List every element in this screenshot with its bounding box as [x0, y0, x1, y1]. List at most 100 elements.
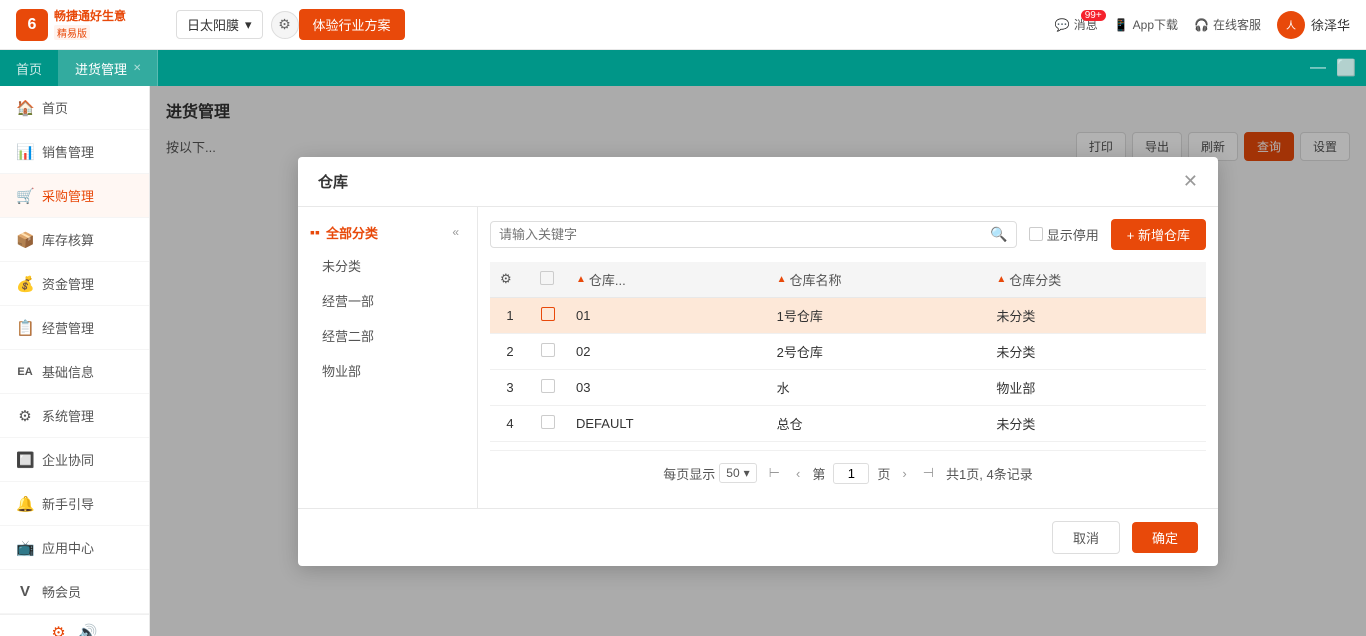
- first-page-button[interactable]: ⊢: [765, 463, 784, 483]
- sidebar-item-inventory-label: 库存核算: [42, 230, 94, 249]
- sidebar-item-home[interactable]: 🏠 首页: [0, 86, 149, 130]
- sidebar-item-guide-label: 新手引导: [42, 494, 94, 513]
- category-panel: ▪▪ 全部分类 « 未分类 经营一部 经营二部 物业部: [298, 207, 478, 508]
- category-item-uncategorized[interactable]: 未分类: [298, 248, 477, 283]
- sidebar-item-purchase[interactable]: 🛒 采购管理: [0, 174, 149, 218]
- sort-icon[interactable]: ▲: [576, 274, 586, 285]
- row-checkbox-2[interactable]: [530, 333, 566, 369]
- app-logo-icon: 6: [16, 9, 48, 41]
- collapse-panel-button[interactable]: «: [446, 223, 465, 241]
- prev-page-button[interactable]: ‹: [792, 464, 804, 483]
- per-page-label: 每页显示: [663, 464, 715, 483]
- header-actions: 💬 消息 99+ 📱 App下载 🎧 在线客服 人 徐泽华: [1055, 11, 1350, 39]
- minimize-icon: —: [1310, 59, 1326, 77]
- confirm-button[interactable]: 确定: [1132, 522, 1198, 553]
- search-input[interactable]: [499, 227, 990, 242]
- store-selector-label: 日太阳膜: [187, 15, 239, 34]
- message-icon: 💬: [1055, 18, 1070, 32]
- table-row[interactable]: 1 01 1号仓库 未分类: [490, 297, 1206, 333]
- phone-icon: 📱: [1114, 18, 1129, 32]
- bottom-settings-icon[interactable]: ⚙: [51, 623, 65, 636]
- avatar: 人: [1277, 11, 1305, 39]
- store-selector[interactable]: 日太阳膜 ▾: [176, 10, 263, 39]
- app-download-button[interactable]: 📱 App下载: [1114, 16, 1178, 33]
- tab-home-label: 首页: [16, 59, 42, 78]
- sidebar-item-inventory[interactable]: 📦 库存核算: [0, 218, 149, 262]
- row-category-2: 未分类: [986, 333, 1206, 369]
- sidebar-item-basics[interactable]: EA 基础信息: [0, 350, 149, 394]
- sidebar-item-finance[interactable]: 💰 资金管理: [0, 262, 149, 306]
- headset-icon: 🎧: [1194, 18, 1209, 32]
- add-warehouse-button[interactable]: + 新增仓库: [1111, 219, 1206, 250]
- sidebar-item-operations-label: 经营管理: [42, 318, 94, 337]
- tab-purchase[interactable]: 进货管理 ✕: [59, 50, 158, 86]
- sort-name-icon[interactable]: ▲: [777, 274, 787, 285]
- tab-purchase-close-icon[interactable]: ✕: [133, 63, 141, 74]
- row-checkbox-3[interactable]: [530, 369, 566, 405]
- row-name-2: 2号仓库: [767, 333, 987, 369]
- sidebar-item-vip[interactable]: V 畅会员: [0, 570, 149, 614]
- modal-close-button[interactable]: ✕: [1183, 171, 1198, 192]
- row-checkbox-1[interactable]: [530, 297, 566, 333]
- operations-icon: 📋: [16, 319, 34, 337]
- cancel-button[interactable]: 取消: [1052, 521, 1120, 554]
- trial-button[interactable]: 体验行业方案: [299, 9, 405, 40]
- page-number-input[interactable]: [833, 463, 869, 484]
- page-suffix: 页: [877, 464, 890, 483]
- appstore-icon: 📺: [16, 539, 34, 557]
- minimize-button[interactable]: —: [1306, 56, 1330, 80]
- th-warehouse-code: ▲ 仓库...: [566, 262, 767, 298]
- sidebar: 🏠 首页 📊 销售管理 🛒 采购管理 📦 库存核算 💰 资金管理 📋 经营管理 …: [0, 86, 150, 636]
- messages-button[interactable]: 💬 消息 99+: [1055, 16, 1098, 33]
- show-disabled-checkbox[interactable]: [1029, 227, 1043, 241]
- per-page-selector: 每页显示 50 ▾: [663, 463, 756, 483]
- row-num-4: 4: [490, 405, 530, 441]
- row-checkbox-4[interactable]: [530, 405, 566, 441]
- th-gear: ⚙: [490, 262, 530, 298]
- row-code-3: 03: [566, 369, 767, 405]
- category-item-ops1[interactable]: 经营一部: [298, 283, 477, 318]
- per-page-select[interactable]: 50 ▾: [719, 463, 756, 483]
- table-row[interactable]: 2 02 2号仓库 未分类: [490, 333, 1206, 369]
- last-page-button[interactable]: ⊣: [919, 463, 938, 483]
- sidebar-item-appstore-label: 应用中心: [42, 538, 94, 557]
- collab-icon: 🔲: [16, 451, 34, 469]
- sidebar-item-collab[interactable]: 🔲 企业协同: [0, 438, 149, 482]
- row-name-3: 水: [767, 369, 987, 405]
- system-icon: ⚙: [16, 407, 34, 425]
- table-row[interactable]: 3 03 水 物业部: [490, 369, 1206, 405]
- maximize-icon: ⬜: [1336, 58, 1356, 78]
- sidebar-item-home-label: 首页: [42, 98, 68, 117]
- category-item-property[interactable]: 物业部: [298, 353, 477, 388]
- sidebar-item-purchase-label: 采购管理: [42, 186, 94, 205]
- sort-cat-icon[interactable]: ▲: [996, 274, 1006, 285]
- category-item-ops2[interactable]: 经营二部: [298, 318, 477, 353]
- row-category-1: 未分类: [986, 297, 1206, 333]
- user-avatar-area[interactable]: 人 徐泽华: [1277, 11, 1350, 39]
- search-icon[interactable]: 🔍: [990, 226, 1007, 243]
- sidebar-item-system[interactable]: ⚙ 系统管理: [0, 394, 149, 438]
- show-disabled-toggle[interactable]: 显示停用: [1029, 225, 1099, 244]
- all-categories-item[interactable]: ▪▪ 全部分类: [310, 223, 378, 242]
- table-header-row: ⚙ ▲ 仓库...: [490, 262, 1206, 298]
- table-row[interactable]: 4 DEFAULT 总仓 未分类: [490, 405, 1206, 441]
- modal-title: 仓库: [318, 171, 348, 192]
- sidebar-item-appstore[interactable]: 📺 应用中心: [0, 526, 149, 570]
- online-service-button[interactable]: 🎧 在线客服: [1194, 16, 1261, 33]
- select-all-checkbox[interactable]: [540, 271, 554, 285]
- category-header: ▪▪ 全部分类 «: [298, 217, 477, 248]
- gear-th-icon: ⚙: [500, 271, 512, 286]
- maximize-button[interactable]: ⬜: [1334, 56, 1358, 80]
- sidebar-item-guide[interactable]: 🔔 新手引导: [0, 482, 149, 526]
- sidebar-item-operations[interactable]: 📋 经营管理: [0, 306, 149, 350]
- tab-purchase-label: 进货管理: [75, 59, 127, 78]
- next-page-button[interactable]: ›: [898, 464, 910, 483]
- sidebar-item-sales[interactable]: 📊 销售管理: [0, 130, 149, 174]
- th-checkbox[interactable]: [530, 262, 566, 298]
- purchase-icon: 🛒: [16, 187, 34, 205]
- gear-icon: ⚙: [278, 16, 291, 33]
- show-disabled-label: 显示停用: [1047, 225, 1099, 244]
- bottom-speaker-icon[interactable]: 🔊: [78, 623, 98, 636]
- settings-button[interactable]: ⚙: [271, 11, 299, 39]
- tab-home[interactable]: 首页: [0, 50, 59, 86]
